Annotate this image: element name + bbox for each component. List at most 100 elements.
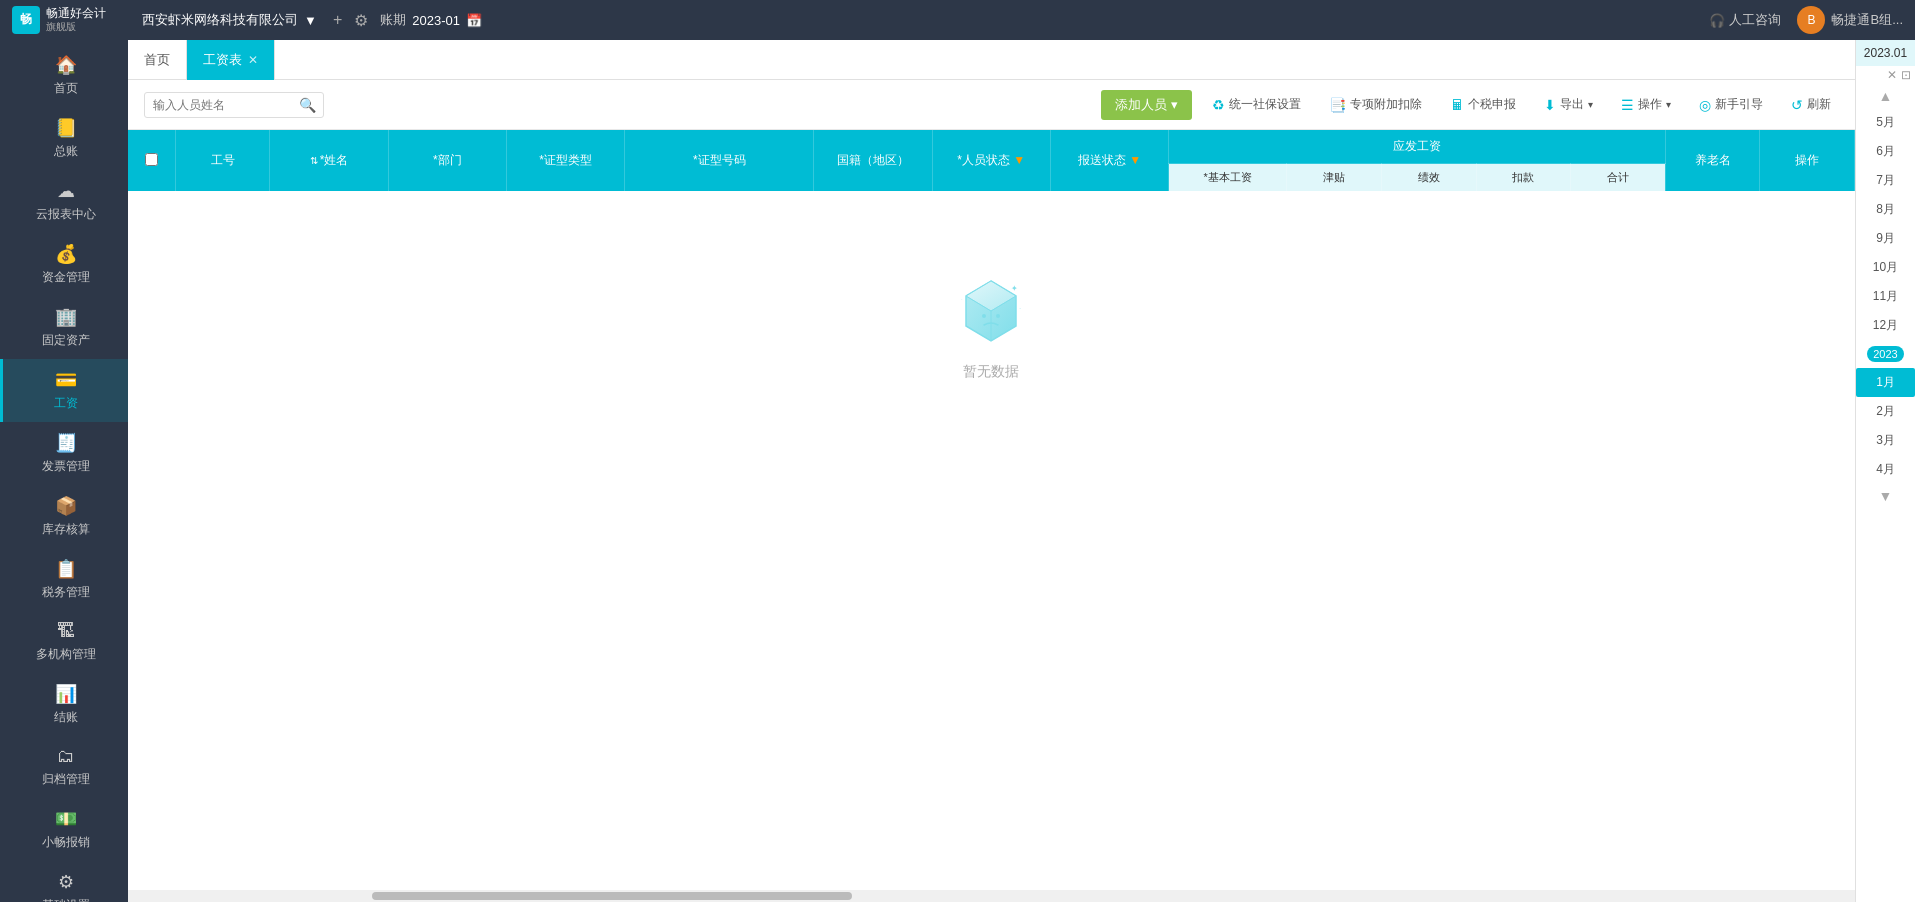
settings-icon-button[interactable]: ⚙ bbox=[354, 11, 368, 30]
search-input[interactable] bbox=[153, 98, 293, 112]
month-scroll-down[interactable]: ▼ bbox=[1856, 484, 1915, 508]
sidebar-item-expense[interactable]: 💵 小畅报销 bbox=[0, 798, 128, 861]
month-item-10[interactable]: 10月 bbox=[1856, 253, 1915, 282]
calendar-icon[interactable]: 📅 bbox=[466, 13, 482, 28]
search-icon: 🔍 bbox=[299, 97, 316, 113]
sidebar-item-inventory[interactable]: 📦 库存核算 bbox=[0, 485, 128, 548]
status-filter-icon[interactable]: ▼ bbox=[1013, 153, 1025, 167]
month-item-5[interactable]: 5月 bbox=[1856, 108, 1915, 137]
multi-org-icon: 🏗 bbox=[57, 621, 75, 642]
toolbar-right: 添加人员 ▾ ♻ 统一社保设置 📑 专项附加扣除 🖩 个税申报 ⬇ bbox=[1101, 90, 1839, 120]
col-id-num-header: *证型号码 bbox=[625, 130, 814, 191]
sidebar-label-home: 首页 bbox=[54, 80, 78, 97]
cloud-icon: ☁ bbox=[57, 180, 75, 202]
col-checkbox-header[interactable] bbox=[128, 130, 175, 191]
sort-icon: ⇅ bbox=[310, 155, 318, 166]
sidebar: 🏠 首页 📒 总账 ☁ 云报表中心 💰 资金管理 🏢 固定资产 💳 工资 🧾 发… bbox=[0, 40, 128, 902]
month-item-9[interactable]: 9月 bbox=[1856, 224, 1915, 253]
month-item-1[interactable]: 1月 bbox=[1856, 368, 1915, 397]
inventory-icon: 📦 bbox=[55, 495, 77, 517]
empty-text: 暂无数据 bbox=[963, 363, 1019, 381]
personal-tax-button[interactable]: 🖩 个税申报 bbox=[1442, 91, 1524, 118]
sidebar-item-fixed-assets[interactable]: 🏢 固定资产 bbox=[0, 296, 128, 359]
horizontal-scrollbar[interactable] bbox=[128, 890, 1855, 902]
col-subsidy-header: 津贴 bbox=[1287, 164, 1382, 192]
avatar: B bbox=[1797, 6, 1825, 34]
sidebar-label-cloud-report: 云报表中心 bbox=[36, 206, 96, 223]
headset-icon: 🎧 bbox=[1709, 13, 1725, 28]
personal-tax-label: 个税申报 bbox=[1468, 96, 1516, 113]
sidebar-item-settle[interactable]: 📊 结账 bbox=[0, 673, 128, 736]
month-item-3[interactable]: 3月 bbox=[1856, 426, 1915, 455]
sidebar-item-fund[interactable]: 💰 资金管理 bbox=[0, 233, 128, 296]
sidebar-label-multi-org: 多机构管理 bbox=[36, 646, 96, 663]
col-dept-header: *部门 bbox=[388, 130, 506, 191]
expense-icon: 💵 bbox=[55, 808, 77, 830]
sidebar-label-fund: 资金管理 bbox=[42, 269, 90, 286]
operations-button[interactable]: ☰ 操作 ▾ bbox=[1613, 91, 1679, 118]
sidebar-item-invoice[interactable]: 🧾 发票管理 bbox=[0, 422, 128, 485]
maximize-window-button[interactable]: ⊡ bbox=[1901, 68, 1911, 82]
select-all-checkbox[interactable] bbox=[145, 153, 158, 166]
tab-salary-close[interactable]: ✕ bbox=[248, 53, 258, 67]
user-name: 畅捷通B组... bbox=[1831, 11, 1903, 29]
month-scroll-up[interactable]: ▲ bbox=[1856, 84, 1915, 108]
svg-text:·: · bbox=[961, 296, 963, 302]
sidebar-item-multi-org[interactable]: 🏗 多机构管理 bbox=[0, 611, 128, 673]
month-item-6[interactable]: 6月 bbox=[1856, 137, 1915, 166]
empty-state-cell: ✦ · · 暂无数据 bbox=[128, 191, 1855, 461]
svg-text:✦: ✦ bbox=[1011, 284, 1018, 293]
company-dropdown-icon[interactable]: ▼ bbox=[304, 13, 317, 28]
new-guide-button[interactable]: ◎ 新手引导 bbox=[1691, 91, 1771, 118]
export-button[interactable]: ⬇ 导出 ▾ bbox=[1536, 91, 1601, 118]
main-layout: 🏠 首页 📒 总账 ☁ 云报表中心 💰 资金管理 🏢 固定资产 💳 工资 🧾 发… bbox=[0, 40, 1915, 902]
special-deduction-icon: 📑 bbox=[1329, 97, 1346, 113]
tab-salary-label: 工资表 bbox=[203, 51, 242, 69]
refresh-button[interactable]: ↺ 刷新 bbox=[1783, 91, 1839, 118]
special-deduction-button[interactable]: 📑 专项附加扣除 bbox=[1321, 91, 1430, 118]
user-area[interactable]: B 畅捷通B组... bbox=[1797, 6, 1903, 34]
sidebar-item-salary[interactable]: 💳 工资 bbox=[0, 359, 128, 422]
add-button[interactable]: + bbox=[333, 11, 342, 29]
export-label: 导出 bbox=[1560, 96, 1584, 113]
sidebar-item-ledger[interactable]: 📒 总账 bbox=[0, 107, 128, 170]
sidebar-label-settings: 基础设置 bbox=[42, 897, 90, 902]
month-item-11[interactable]: 11月 bbox=[1856, 282, 1915, 311]
app-subtitle: 旗舰版 bbox=[46, 20, 106, 34]
add-person-label: 添加人员 bbox=[1115, 96, 1167, 114]
sidebar-item-settings[interactable]: ⚙ 基础设置 bbox=[0, 861, 128, 902]
month-item-12[interactable]: 12月 bbox=[1856, 311, 1915, 340]
col-id-type-header: *证型类型 bbox=[506, 130, 624, 191]
add-person-button[interactable]: 添加人员 ▾ bbox=[1101, 90, 1192, 120]
service-button[interactable]: 🎧 人工咨询 bbox=[1709, 11, 1781, 29]
search-input-wrap[interactable]: 🔍 bbox=[144, 92, 324, 118]
tab-salary[interactable]: 工资表 ✕ bbox=[187, 40, 275, 80]
month-item-2[interactable]: 2月 bbox=[1856, 397, 1915, 426]
close-window-button[interactable]: ✕ bbox=[1887, 68, 1897, 82]
scroll-thumb[interactable] bbox=[372, 892, 852, 900]
company-name: 西安虾米网络科技有限公司 bbox=[142, 11, 298, 29]
month-item-8[interactable]: 8月 bbox=[1856, 195, 1915, 224]
col-country-header: 国籍（地区） bbox=[814, 130, 932, 191]
social-insurance-button[interactable]: ♻ 统一社保设置 bbox=[1204, 91, 1309, 118]
social-insurance-label: 统一社保设置 bbox=[1229, 96, 1301, 113]
sidebar-item-home[interactable]: 🏠 首页 bbox=[0, 44, 128, 107]
sidebar-item-cloud-report[interactable]: ☁ 云报表中心 bbox=[0, 170, 128, 233]
report-filter-icon[interactable]: ▼ bbox=[1129, 153, 1141, 167]
month-item-4[interactable]: 4月 bbox=[1856, 455, 1915, 484]
social-insurance-icon: ♻ bbox=[1212, 97, 1225, 113]
sidebar-item-archive[interactable]: 🗂 归档管理 bbox=[0, 736, 128, 798]
add-person-dropdown-icon: ▾ bbox=[1171, 97, 1178, 112]
col-name-header: ⇅ *姓名 bbox=[270, 130, 388, 191]
app-title: 畅通好会计 bbox=[46, 6, 106, 20]
sidebar-item-tax[interactable]: 📋 税务管理 bbox=[0, 548, 128, 611]
tab-home[interactable]: 首页 bbox=[128, 40, 187, 80]
period-value: 2023-01 bbox=[412, 13, 460, 28]
invoice-icon: 🧾 bbox=[55, 432, 77, 454]
table-container: 工号 ⇅ *姓名 *部门 *证型类型 *证型号码 国籍（地区） *人员状态 bbox=[128, 130, 1855, 890]
month-item-7[interactable]: 7月 bbox=[1856, 166, 1915, 195]
archive-icon: 🗂 bbox=[57, 746, 75, 767]
company-selector[interactable]: 西安虾米网络科技有限公司 ▼ bbox=[142, 11, 317, 29]
toolbar: 🔍 添加人员 ▾ ♻ 统一社保设置 📑 专项附加扣除 🖩 个税申报 bbox=[128, 80, 1855, 130]
operations-label: 操作 bbox=[1638, 96, 1662, 113]
